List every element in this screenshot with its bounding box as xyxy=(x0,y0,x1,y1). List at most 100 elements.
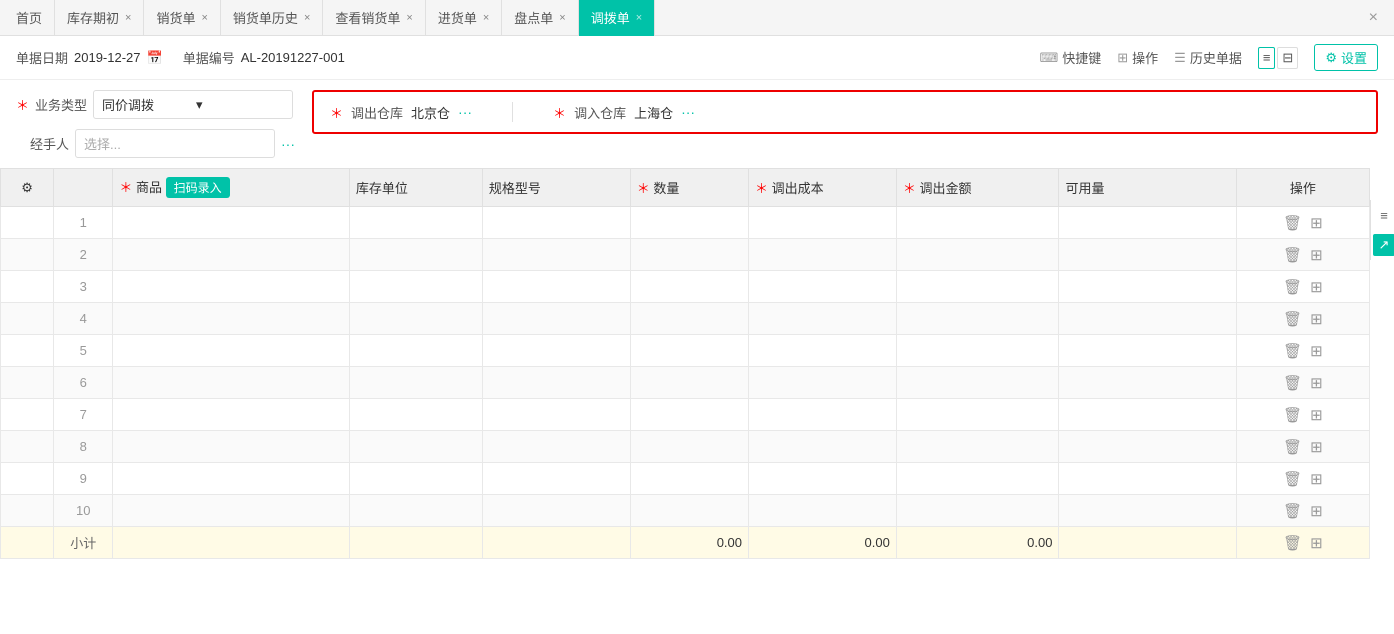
row-qty-cell-3[interactable] xyxy=(630,271,748,303)
delete-row-3-icon[interactable]: 🗑 xyxy=(1283,278,1302,296)
row-qty-cell-2[interactable] xyxy=(630,239,748,271)
copy-row-8-icon[interactable]: ⊞ xyxy=(1310,438,1323,456)
window-close-button[interactable]: × xyxy=(1357,9,1390,27)
tab-close-view-sales[interactable]: × xyxy=(406,12,412,24)
row-amount-cell-5[interactable] xyxy=(896,335,1059,367)
row-unit-cell-3[interactable] xyxy=(349,271,482,303)
scan-button[interactable]: 扫码录入 xyxy=(166,177,230,198)
delete-row-10-icon[interactable]: 🗑 xyxy=(1283,502,1302,520)
row-cost-cell-8[interactable] xyxy=(749,431,897,463)
row-product-cell-9[interactable] xyxy=(113,463,350,495)
row-unit-cell-1[interactable] xyxy=(349,207,482,239)
copy-row-7-icon[interactable]: ⊞ xyxy=(1310,406,1323,424)
tab-sales-history[interactable]: 销货单历史 × xyxy=(221,0,323,36)
row-product-cell-3[interactable] xyxy=(113,271,350,303)
delete-row-1-icon[interactable]: 🗑 xyxy=(1283,214,1302,232)
row-spec-cell-10[interactable] xyxy=(482,495,630,527)
row-amount-cell-1[interactable] xyxy=(896,207,1059,239)
row-qty-cell-10[interactable] xyxy=(630,495,748,527)
subtotal-copy-icon[interactable]: ⊞ xyxy=(1310,534,1323,552)
row-spec-cell-4[interactable] xyxy=(482,303,630,335)
copy-row-9-icon[interactable]: ⊞ xyxy=(1310,470,1323,488)
row-qty-cell-5[interactable] xyxy=(630,335,748,367)
wh-out-more-icon[interactable]: ··· xyxy=(458,104,472,120)
row-cost-cell-5[interactable] xyxy=(749,335,897,367)
row-unit-cell-10[interactable] xyxy=(349,495,482,527)
list-view-button[interactable]: ≡ xyxy=(1258,47,1276,69)
row-amount-cell-3[interactable] xyxy=(896,271,1059,303)
copy-row-2-icon[interactable]: ⊞ xyxy=(1310,246,1323,264)
row-amount-cell-10[interactable] xyxy=(896,495,1059,527)
row-qty-cell-8[interactable] xyxy=(630,431,748,463)
row-spec-cell-8[interactable] xyxy=(482,431,630,463)
col-gear[interactable]: ⚙ xyxy=(1,169,54,207)
tab-view-sales[interactable]: 查看销货单 × xyxy=(323,0,425,36)
row-qty-cell-7[interactable] xyxy=(630,399,748,431)
row-product-cell-8[interactable] xyxy=(113,431,350,463)
row-amount-cell-2[interactable] xyxy=(896,239,1059,271)
tab-inventory-check[interactable]: 盘点单 × xyxy=(502,0,578,36)
row-qty-cell-9[interactable] xyxy=(630,463,748,495)
row-unit-cell-5[interactable] xyxy=(349,335,482,367)
sidebar-list-icon[interactable]: ≡ xyxy=(1373,204,1394,226)
sidebar-export-icon[interactable]: ↗ xyxy=(1373,234,1394,256)
row-amount-cell-6[interactable] xyxy=(896,367,1059,399)
delete-row-5-icon[interactable]: 🗑 xyxy=(1283,342,1302,360)
row-cost-cell-2[interactable] xyxy=(749,239,897,271)
delete-row-7-icon[interactable]: 🗑 xyxy=(1283,406,1302,424)
row-qty-cell-6[interactable] xyxy=(630,367,748,399)
row-spec-cell-5[interactable] xyxy=(482,335,630,367)
row-qty-cell-1[interactable] xyxy=(630,207,748,239)
row-cost-cell-3[interactable] xyxy=(749,271,897,303)
row-amount-cell-4[interactable] xyxy=(896,303,1059,335)
tab-inventory-init[interactable]: 库存期初 × xyxy=(55,0,144,36)
row-cost-cell-10[interactable] xyxy=(749,495,897,527)
copy-row-10-icon[interactable]: ⊞ xyxy=(1310,502,1323,520)
tab-close-inventory-check[interactable]: × xyxy=(559,12,565,24)
copy-row-6-icon[interactable]: ⊞ xyxy=(1310,374,1323,392)
row-cost-cell-4[interactable] xyxy=(749,303,897,335)
calendar-icon[interactable]: 📅 xyxy=(147,50,163,66)
tab-purchase[interactable]: 进货单 × xyxy=(426,0,502,36)
row-unit-cell-8[interactable] xyxy=(349,431,482,463)
settings-button[interactable]: ⚙ 设置 xyxy=(1314,44,1378,71)
tab-close-inventory-init[interactable]: × xyxy=(125,12,131,24)
copy-row-1-icon[interactable]: ⊞ xyxy=(1310,214,1323,232)
wh-in-more-icon[interactable]: ··· xyxy=(681,104,695,120)
row-unit-cell-4[interactable] xyxy=(349,303,482,335)
grid-view-button[interactable]: ⊟ xyxy=(1277,47,1298,69)
row-product-cell-5[interactable] xyxy=(113,335,350,367)
row-spec-cell-6[interactable] xyxy=(482,367,630,399)
tab-transfer[interactable]: 调拨单 × xyxy=(579,0,655,36)
row-unit-cell-2[interactable] xyxy=(349,239,482,271)
delete-row-9-icon[interactable]: 🗑 xyxy=(1283,470,1302,488)
history-button[interactable]: ☰ 历史单据 xyxy=(1174,48,1242,67)
row-unit-cell-6[interactable] xyxy=(349,367,482,399)
row-unit-cell-9[interactable] xyxy=(349,463,482,495)
subtotal-delete-icon[interactable]: 🗑 xyxy=(1283,534,1302,552)
row-cost-cell-1[interactable] xyxy=(749,207,897,239)
tab-close-sales-history[interactable]: × xyxy=(304,12,310,24)
tab-close-sales-order[interactable]: × xyxy=(201,12,207,24)
delete-row-2-icon[interactable]: 🗑 xyxy=(1283,246,1302,264)
delete-row-4-icon[interactable]: 🗑 xyxy=(1283,310,1302,328)
row-spec-cell-9[interactable] xyxy=(482,463,630,495)
row-product-cell-1[interactable] xyxy=(113,207,350,239)
row-spec-cell-3[interactable] xyxy=(482,271,630,303)
row-spec-cell-7[interactable] xyxy=(482,399,630,431)
copy-row-4-icon[interactable]: ⊞ xyxy=(1310,310,1323,328)
row-product-cell-2[interactable] xyxy=(113,239,350,271)
tab-close-purchase[interactable]: × xyxy=(483,12,489,24)
row-amount-cell-9[interactable] xyxy=(896,463,1059,495)
copy-row-5-icon[interactable]: ⊞ xyxy=(1310,342,1323,360)
row-cost-cell-9[interactable] xyxy=(749,463,897,495)
row-amount-cell-7[interactable] xyxy=(896,399,1059,431)
operation-button[interactable]: ⊞ 操作 xyxy=(1117,48,1158,67)
person-more-icon[interactable]: ··· xyxy=(281,136,295,152)
row-product-cell-7[interactable] xyxy=(113,399,350,431)
tab-sales-order[interactable]: 销货单 × xyxy=(144,0,220,36)
copy-row-3-icon[interactable]: ⊞ xyxy=(1310,278,1323,296)
row-cost-cell-6[interactable] xyxy=(749,367,897,399)
row-spec-cell-2[interactable] xyxy=(482,239,630,271)
business-type-select[interactable]: 同价调拨 ▾ xyxy=(93,90,293,119)
